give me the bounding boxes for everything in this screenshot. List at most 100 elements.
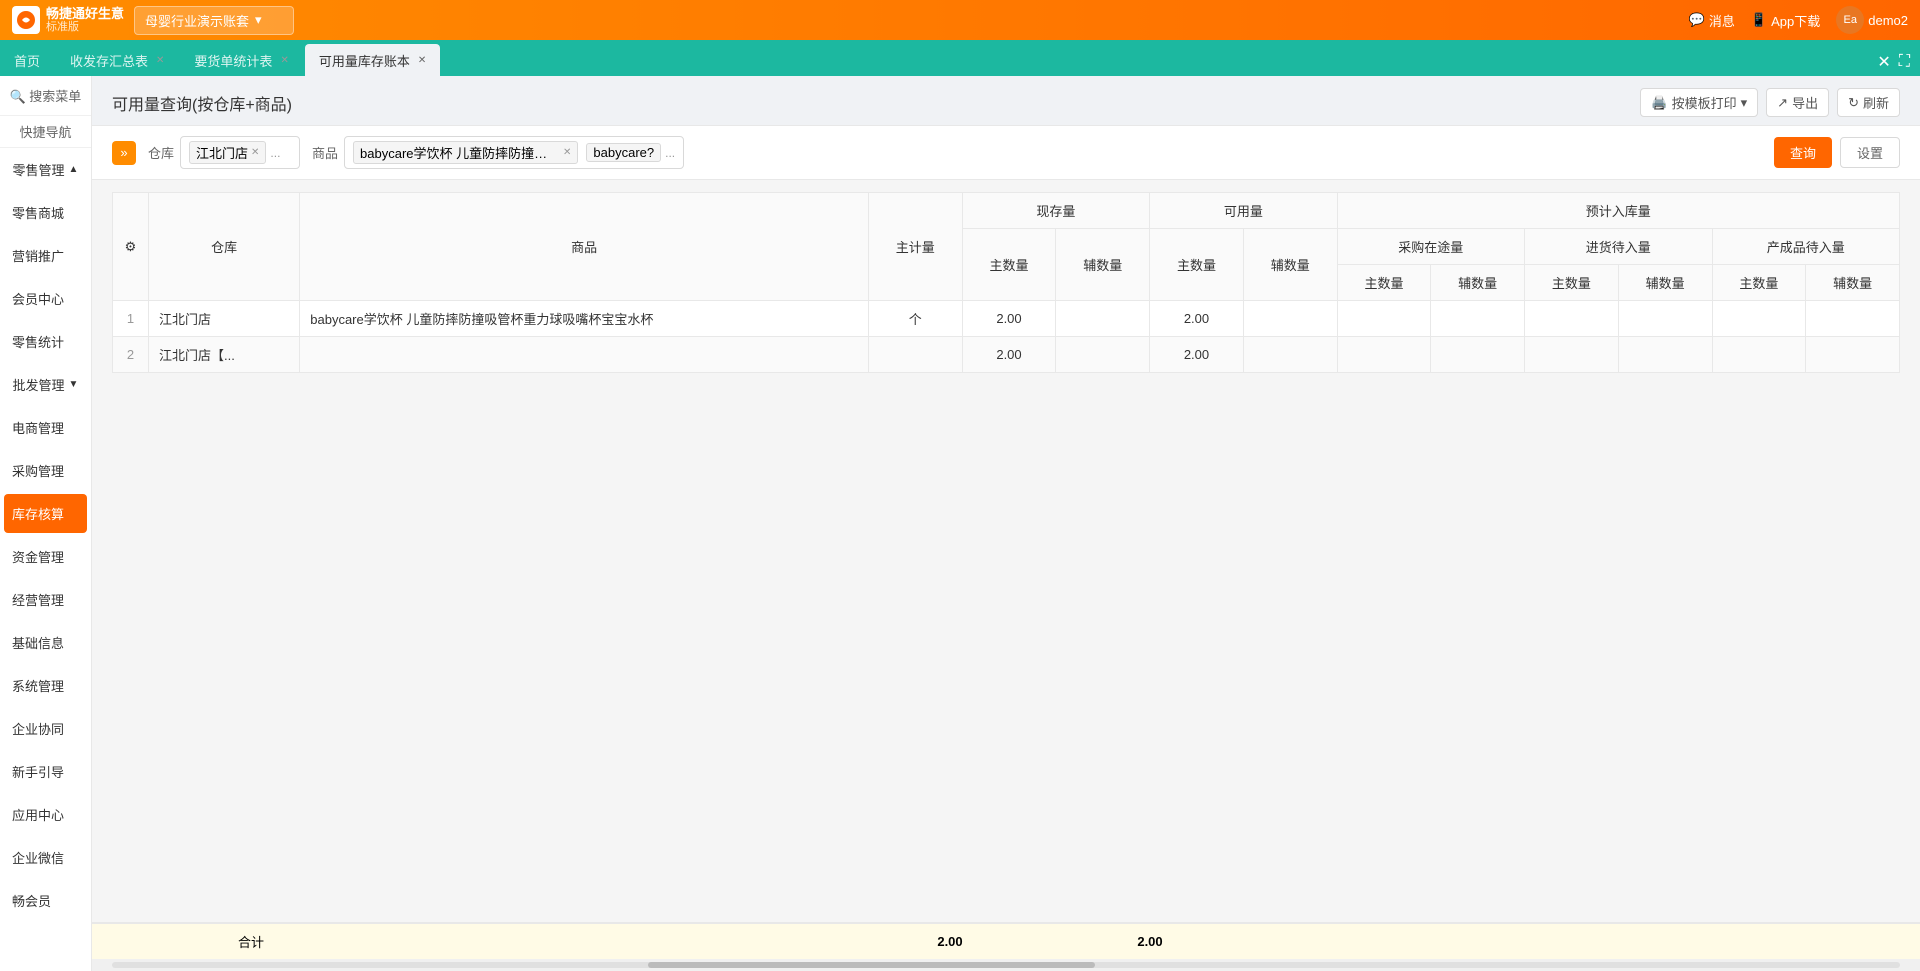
print-button[interactable]: 🖨️ 按模板打印 ▾ [1640,88,1758,117]
tab-requisition-close[interactable]: ✕ [280,55,288,66]
table-container: ⚙ 仓库 商品 主计量 现存量 可用量 预计入库量 主数量 辅数量 主数量 辅数… [92,180,1920,922]
sidebar-item-basic-info[interactable]: 基础信息 [4,623,87,662]
th-current-aux: 辅数量 [1056,229,1150,301]
th-main-unit: 主计量 [868,193,962,301]
sidebar-item-ecommerce[interactable]: 电商管理 [4,408,87,447]
sidebar-item-operations[interactable]: 经营管理 [4,580,87,619]
close-window-icon[interactable]: ✕ [1877,52,1890,72]
row-1-purchase-main [1337,301,1431,337]
sidebar-item-member2[interactable]: 畅会员 [4,881,87,920]
warehouse-filter-input[interactable]: 江北门店 ✕ ... [180,136,300,169]
sidebar-item-app-center[interactable]: 应用中心 [4,795,87,834]
th-purchase-aux: 辅数量 [1431,265,1525,301]
content-page: 可用量查询(按仓库+商品) 🖨️ 按模板打印 ▾ ↗ 导出 ↻ 刷新 [92,76,1920,971]
top-bar: 畅捷通好生意 标准版 母婴行业演示账套 ▾ 💬 消息 📱 App下载 Ea de… [0,0,1920,40]
tab-home[interactable]: 首页 [0,44,54,76]
app-download-button[interactable]: 📱 App下载 [1751,11,1820,30]
sidebar-item-inventory[interactable]: 库存核算 [4,494,87,533]
row-1-goods-aux [1618,301,1712,337]
product-filter-label: 商品 [312,143,338,162]
export-button[interactable]: ↗ 导出 [1766,88,1829,117]
product-filter-group: 商品 babycare学饮杯 儿童防摔防撞吸管杯重力球吸嘴杯宝宝水杯 ✕ bab… [312,136,684,169]
row-1-current-main: 2.00 [962,301,1056,337]
filter-bar: » 仓库 江北门店 ✕ ... 商品 babycare学饮杯 儿童防摔防撞吸管杯… [92,126,1920,180]
sidebar-section-marketing: 营销推广 [0,236,91,275]
th-purchase-in-transit-group: 采购在途量 [1337,229,1524,265]
product-tag-2: babycare? [586,143,661,162]
th-production-aux: 辅数量 [1806,265,1900,301]
message-button[interactable]: 💬 消息 [1689,11,1735,30]
row-1-production-aux [1806,301,1900,337]
footer-label: 合计 [228,932,820,951]
product-tag-1-close[interactable]: ✕ [563,147,571,158]
receive-tab-label: 收发存汇总表 [70,51,148,70]
warehouse-more: ... [270,146,280,160]
query-button[interactable]: 查询 [1774,137,1832,168]
export-icon: ↗ [1777,95,1788,111]
row-2-available-aux [1243,337,1337,373]
product-tag-1: babycare学饮杯 儿童防摔防撞吸管杯重力球吸嘴杯宝宝水杯 ✕ [353,141,578,164]
scroll-bar-thumb[interactable] [648,962,1095,968]
row-1-purchase-aux [1431,301,1525,337]
settings-button[interactable]: 设置 [1840,137,1900,168]
sidebar-section-member2: 畅会员 [0,881,91,920]
sidebar-item-finance[interactable]: 资金管理 [4,537,87,576]
row-1-current-aux [1056,301,1150,337]
th-settings[interactable]: ⚙ [113,193,149,301]
message-icon: 💬 [1689,12,1705,28]
scroll-bar-area[interactable] [92,959,1920,971]
sidebar-item-new-guide[interactable]: 新手引导 [4,752,87,791]
row-1-index: 1 [113,301,149,337]
account-selector[interactable]: 母婴行业演示账套 ▾ [134,6,294,35]
tab-bar-right: ✕ ⛶ [1877,52,1920,76]
warehouse-filter-group: 仓库 江北门店 ✕ ... [148,136,300,169]
row-2-purchase-aux [1431,337,1525,373]
row-2-main-unit [868,337,962,373]
top-bar-left: 畅捷通好生意 标准版 母婴行业演示账套 ▾ [12,6,294,35]
sidebar-item-system[interactable]: 系统管理 [4,666,87,705]
refresh-button[interactable]: ↻ 刷新 [1837,88,1900,117]
sidebar-section-finance: 资金管理 [0,537,91,576]
th-planned-in-group: 预计入库量 [1337,193,1899,229]
tab-available-close[interactable]: ✕ [418,55,426,66]
th-production-main: 主数量 [1712,265,1806,301]
footer-available-main: 2.00 [1100,934,1200,949]
sidebar-item-enterprise-wechat[interactable]: 企业微信 [4,838,87,877]
sidebar-section-operations: 经营管理 [0,580,91,619]
tab-receive[interactable]: 收发存汇总表 ✕ [56,44,178,76]
tab-receive-close[interactable]: ✕ [156,55,164,66]
sidebar-item-member[interactable]: 会员中心 [4,279,87,318]
tab-requisition[interactable]: 要货单统计表 ✕ [180,44,302,76]
sidebar-item-retail-mall[interactable]: 零售商城 [4,193,87,232]
arrow-up-icon: ▲ [69,164,79,175]
arrow-down-icon: ▼ [69,379,79,390]
product-filter-input[interactable]: babycare学饮杯 儿童防摔防撞吸管杯重力球吸嘴杯宝宝水杯 ✕ babyca… [344,136,684,169]
sidebar-item-retail-stats[interactable]: 零售统计 [4,322,87,361]
top-bar-right: 💬 消息 📱 App下载 Ea demo2 [1689,6,1908,34]
sidebar-item-marketing[interactable]: 营销推广 [4,236,87,275]
sidebar-item-retail-mgmt[interactable]: 零售管理 ▲ [4,150,87,189]
sidebar-item-purchase[interactable]: 采购管理 [4,451,87,490]
row-2-index: 2 [113,337,149,373]
home-tab-label: 首页 [14,51,40,70]
sidebar-item-enterprise[interactable]: 企业协同 [4,709,87,748]
maximize-icon[interactable]: ⛶ [1899,53,1910,71]
sidebar-section-member: 会员中心 [0,279,91,318]
th-product: 商品 [300,193,869,301]
row-1-available-aux [1243,301,1337,337]
avatar: Ea [1836,6,1864,34]
sidebar-search[interactable]: 🔍 搜索菜单 [0,76,91,116]
user-profile[interactable]: Ea demo2 [1836,6,1908,34]
print-arrow-icon: ▾ [1741,95,1748,111]
chevron-down-icon: ▾ [255,12,262,28]
row-1-production-main [1712,301,1806,337]
sidebar-quick-nav[interactable]: 快捷导航 [0,116,91,148]
row-2-goods-main [1525,337,1619,373]
sidebar-item-wholesale-mgmt[interactable]: 批发管理 ▼ [4,365,87,404]
warehouse-tag-close[interactable]: ✕ [251,147,259,158]
sidebar: 🔍 搜索菜单 快捷导航 零售管理 ▲ 零售商城 营销推广 会员中心 [0,76,92,971]
filter-toggle-button[interactable]: » [112,141,136,165]
row-2-production-aux [1806,337,1900,373]
sidebar-section-new-guide: 新手引导 [0,752,91,791]
tab-available[interactable]: 可用量库存账本 ✕ [305,44,440,76]
